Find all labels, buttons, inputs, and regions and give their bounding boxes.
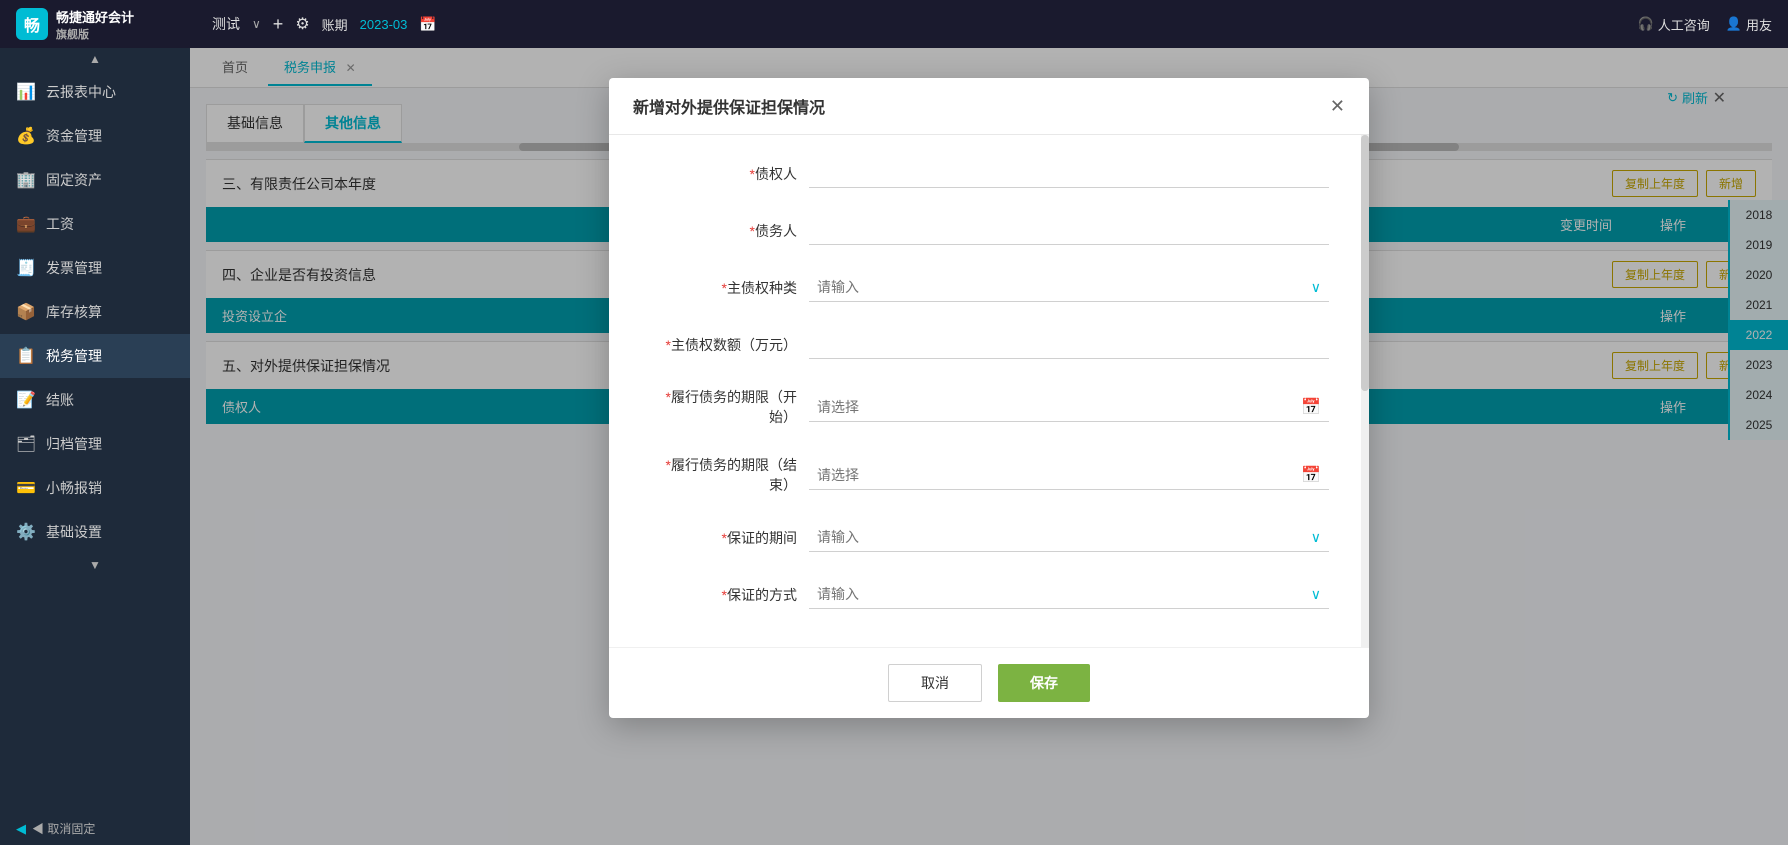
sidebar-item-capital[interactable]: 💰 资金管理 <box>0 114 190 158</box>
support-button[interactable]: 🎧 人工咨询 <box>1638 15 1710 34</box>
guarantee-period-chevron-icon[interactable]: ∨ <box>1303 529 1329 546</box>
claim-type-select-wrap: ∨ <box>809 273 1329 302</box>
add-button[interactable]: + <box>273 14 284 35</box>
claim-type-row: *主债权种类 ∨ <box>649 273 1329 302</box>
period-end-label: *履行债务的期限（结束） <box>649 455 809 495</box>
sidebar-item-salary[interactable]: 💼 工资 <box>0 202 190 246</box>
guarantee-period-label: *保证的期间 <box>649 528 809 548</box>
period-end-input[interactable] <box>809 461 1293 489</box>
sidebar-item-label: 归档管理 <box>46 434 102 454</box>
sidebar-item-tax[interactable]: 📋 税务管理 <box>0 334 190 378</box>
dialog: 新增对外提供保证担保情况 ✕ *债权人 *债务人 <box>609 78 1369 718</box>
period-start-row: *履行债务的期限（开始） 📅 <box>649 387 1329 427</box>
dialog-title: 新增对外提供保证担保情况 <box>633 94 825 118</box>
calendar-icon[interactable]: 📅 <box>419 16 436 33</box>
claim-amount-input[interactable] <box>809 330 1329 359</box>
sidebar-item-invoice[interactable]: 🧾 发票管理 <box>0 246 190 290</box>
sidebar-item-cloud[interactable]: 📊 云报表中心 <box>0 70 190 114</box>
user-icon: 👤 <box>1726 16 1742 32</box>
settings-icon: ⚙️ <box>16 522 36 542</box>
sidebar-item-inventory[interactable]: 📦 库存核算 <box>0 290 190 334</box>
sidebar-item-label: 基础设置 <box>46 522 102 542</box>
sidebar-unpin[interactable]: ◀ ◀ 取消固定 <box>0 812 190 845</box>
claim-type-input[interactable] <box>809 273 1303 301</box>
debtor-row: *债务人 <box>649 216 1329 245</box>
sidebar-item-expense[interactable]: 💳 小畅报销 <box>0 466 190 510</box>
creditor-input[interactable] <box>809 159 1329 188</box>
guarantee-method-chevron-icon[interactable]: ∨ <box>1303 586 1329 603</box>
app-name: 畅捷通好会计 <box>56 7 134 26</box>
sidebar: ▲ 📊 云报表中心 💰 资金管理 🏢 固定资产 💼 工资 🧾 发票管理 📦 库存… <box>0 48 190 845</box>
top-bar: 畅 畅捷通好会计 旗舰版 测试 ∨ + ⚙ 账期 2023-03 📅 🎧 人工咨… <box>0 0 1788 48</box>
guarantee-method-input[interactable] <box>809 580 1303 608</box>
period-end-row: *履行债务的期限（结束） 📅 <box>649 455 1329 495</box>
dialog-header: 新增对外提供保证担保情况 ✕ <box>609 78 1369 135</box>
salary-icon: 💼 <box>16 214 36 234</box>
creditor-row: *债权人 <box>649 159 1329 188</box>
sidebar-item-label: 工资 <box>46 214 74 234</box>
guarantee-method-label: *保证的方式 <box>649 585 809 605</box>
archive-icon: 🗂 <box>16 434 36 454</box>
guarantee-method-select-wrap: ∨ <box>809 580 1329 609</box>
top-bar-right: 🎧 人工咨询 👤 用友 <box>1638 15 1772 34</box>
tax-icon: 📋 <box>16 346 36 366</box>
top-bar-center: 测试 ∨ + ⚙ 账期 2023-03 📅 <box>212 14 1622 35</box>
sidebar-item-label: 税务管理 <box>46 346 102 366</box>
sidebar-item-label: 固定资产 <box>46 170 102 190</box>
sidebar-item-settle[interactable]: 📝 结账 <box>0 378 190 422</box>
headset-icon: 🎧 <box>1638 16 1654 32</box>
creditor-label: *债权人 <box>649 164 809 184</box>
period-start-input[interactable] <box>809 393 1293 421</box>
sidebar-item-label: 云报表中心 <box>46 82 116 102</box>
cloud-icon: 📊 <box>16 82 36 102</box>
workspace-title: 测试 <box>212 14 240 34</box>
period-end-wrap: 📅 <box>809 461 1329 490</box>
claim-amount-row: *主债权数额（万元） <box>649 330 1329 359</box>
expense-icon: 💳 <box>16 478 36 498</box>
claim-type-chevron-icon[interactable]: ∨ <box>1303 279 1329 296</box>
period-start-label: *履行债务的期限（开始） <box>649 387 809 427</box>
sidebar-item-label: 小畅报销 <box>46 478 102 498</box>
app-badge: 旗舰版 <box>56 26 134 42</box>
sidebar-item-label: 结账 <box>46 390 74 410</box>
sidebar-item-label: 发票管理 <box>46 258 102 278</box>
dialog-close-button[interactable]: ✕ <box>1330 97 1345 115</box>
cancel-button[interactable]: 取消 <box>888 664 982 702</box>
sidebar-item-label: 库存核算 <box>46 302 102 322</box>
save-button[interactable]: 保存 <box>998 664 1090 702</box>
debtor-input[interactable] <box>809 216 1329 245</box>
workspace-chevron-icon[interactable]: ∨ <box>252 17 261 31</box>
sidebar-item-asset[interactable]: 🏢 固定资产 <box>0 158 190 202</box>
dialog-body: *债权人 *债务人 *主债权种类 ∨ <box>609 135 1369 647</box>
arrow-left-icon: ◀ <box>16 821 26 837</box>
dialog-footer: 取消 保存 <box>609 647 1369 718</box>
guarantee-method-row: *保证的方式 ∨ <box>649 580 1329 609</box>
sidebar-item-archive[interactable]: 🗂 归档管理 <box>0 422 190 466</box>
period-value: 2023-03 <box>360 17 408 32</box>
guarantee-period-row: *保证的期间 ∨ <box>649 523 1329 552</box>
sidebar-item-settings[interactable]: ⚙️ 基础设置 <box>0 510 190 554</box>
guarantee-period-select-wrap: ∨ <box>809 523 1329 552</box>
sidebar-scroll-down[interactable]: ▼ <box>0 554 190 576</box>
logo-icon: 畅 <box>16 8 48 40</box>
claim-amount-label: *主债权数额（万元） <box>649 335 809 355</box>
period-start-wrap: 📅 <box>809 393 1329 422</box>
sidebar-item-label: 资金管理 <box>46 126 102 146</box>
calendar-end-icon[interactable]: 📅 <box>1293 465 1329 485</box>
debtor-label: *债务人 <box>649 221 809 241</box>
calendar-start-icon[interactable]: 📅 <box>1293 397 1329 417</box>
app-logo: 畅 畅捷通好会计 旗舰版 <box>16 7 196 42</box>
sidebar-scroll-up[interactable]: ▲ <box>0 48 190 70</box>
dialog-overlay: 新增对外提供保证担保情况 ✕ *债权人 *债务人 <box>190 48 1788 845</box>
settle-icon: 📝 <box>16 390 36 410</box>
capital-icon: 💰 <box>16 126 36 146</box>
settings-icon[interactable]: ⚙ <box>295 14 309 34</box>
claim-type-label: *主债权种类 <box>649 278 809 298</box>
user-menu[interactable]: 👤 用友 <box>1726 15 1772 34</box>
guarantee-period-input[interactable] <box>809 523 1303 551</box>
inventory-icon: 📦 <box>16 302 36 322</box>
asset-icon: 🏢 <box>16 170 36 190</box>
invoice-icon: 🧾 <box>16 258 36 278</box>
period-label: 账期 <box>322 15 348 34</box>
